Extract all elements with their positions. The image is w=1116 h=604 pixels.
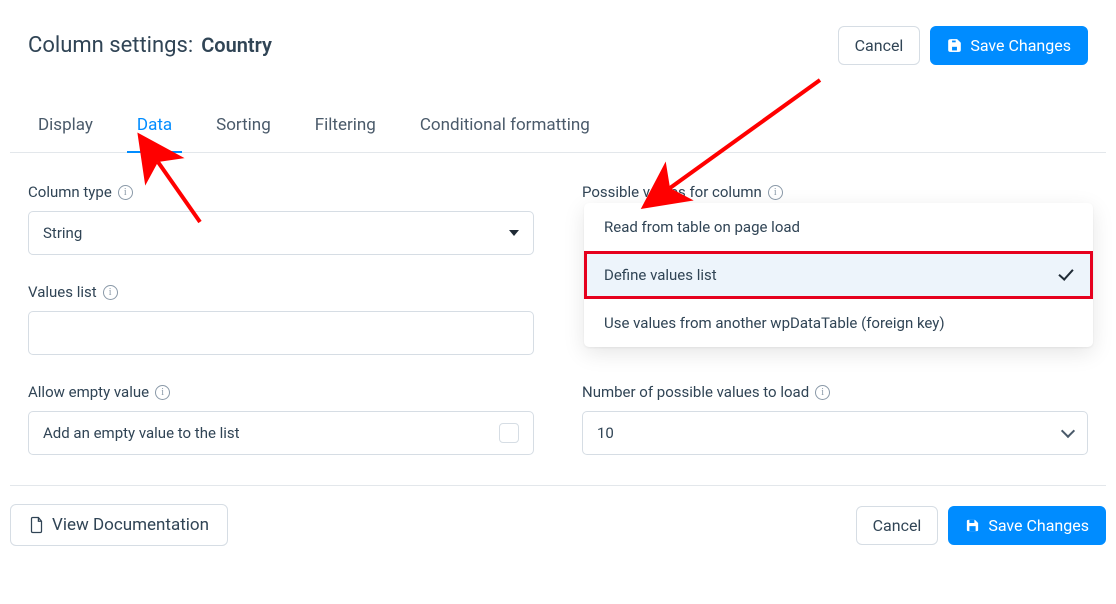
dropdown-item[interactable]: Use values from another wpDataTable (for… (584, 299, 1093, 347)
possible-values-dropdown[interactable]: Read from table on page load Define valu… (584, 203, 1093, 347)
tab-display[interactable]: Display (28, 99, 103, 153)
allow-empty-label: Allow empty value i (28, 383, 534, 401)
save-button-label: Save Changes (988, 516, 1089, 535)
info-icon[interactable]: i (103, 285, 118, 300)
save-button[interactable]: Save Changes (930, 26, 1088, 65)
field-column-type: Column type i String (28, 183, 534, 255)
possible-values-label: Possible values for column i (582, 183, 1088, 201)
values-list-label: Values list i (28, 283, 534, 301)
title-value: Country (201, 33, 272, 57)
footer-actions: Cancel Save Changes (856, 506, 1106, 545)
check-icon (1058, 265, 1073, 281)
column-type-select[interactable]: String (28, 211, 534, 255)
field-allow-empty: Allow empty value i Add an empty value t… (28, 383, 534, 455)
document-icon (29, 516, 44, 534)
num-possible-label: Number of possible values to load i (582, 383, 1088, 401)
footer: View Documentation Cancel Save Changes (10, 485, 1106, 546)
tab-filtering[interactable]: Filtering (305, 99, 386, 153)
save-icon (965, 518, 980, 533)
num-possible-select[interactable]: 10 (582, 411, 1088, 455)
dropdown-item-selected[interactable]: Define values list (584, 251, 1093, 299)
content: Column type i String Possible values for… (10, 153, 1106, 465)
chevron-down-icon (1061, 424, 1075, 438)
header-actions: Cancel Save Changes (838, 26, 1088, 65)
num-possible-value: 10 (597, 424, 614, 442)
field-values-list: Values list i (28, 283, 534, 355)
cancel-button-label: Cancel (855, 36, 904, 55)
info-icon[interactable]: i (815, 385, 830, 400)
info-icon[interactable]: i (768, 185, 783, 200)
values-list-input[interactable] (28, 311, 534, 355)
cancel-button[interactable]: Cancel (856, 506, 939, 545)
info-icon[interactable]: i (118, 185, 133, 200)
save-button-label: Save Changes (970, 36, 1071, 55)
view-documentation-button[interactable]: View Documentation (10, 504, 228, 546)
caret-down-icon (509, 230, 519, 236)
dropdown-item[interactable]: Read from table on page load (584, 203, 1093, 251)
allow-empty-row[interactable]: Add an empty value to the list (28, 411, 534, 455)
save-icon (947, 38, 962, 53)
info-icon[interactable]: i (155, 385, 170, 400)
allow-empty-checkbox[interactable] (499, 423, 519, 443)
tab-data[interactable]: Data (127, 99, 182, 153)
allow-empty-text: Add an empty value to the list (43, 424, 240, 442)
cancel-button-label: Cancel (873, 516, 922, 535)
column-type-value: String (43, 224, 82, 242)
tabs: Display Data Sorting Filtering Condition… (10, 99, 1106, 153)
tab-sorting[interactable]: Sorting (206, 99, 281, 153)
column-type-label: Column type i (28, 183, 534, 201)
cancel-button[interactable]: Cancel (838, 26, 921, 65)
field-num-possible: Number of possible values to load i 10 (582, 383, 1088, 455)
save-button[interactable]: Save Changes (948, 506, 1106, 545)
tab-conditional-formatting[interactable]: Conditional formatting (410, 99, 600, 153)
title-label: Column settings: (28, 33, 193, 58)
page-title: Column settings: Country (28, 33, 272, 58)
header: Column settings: Country Cancel Save Cha… (10, 10, 1106, 65)
view-documentation-label: View Documentation (52, 515, 209, 535)
